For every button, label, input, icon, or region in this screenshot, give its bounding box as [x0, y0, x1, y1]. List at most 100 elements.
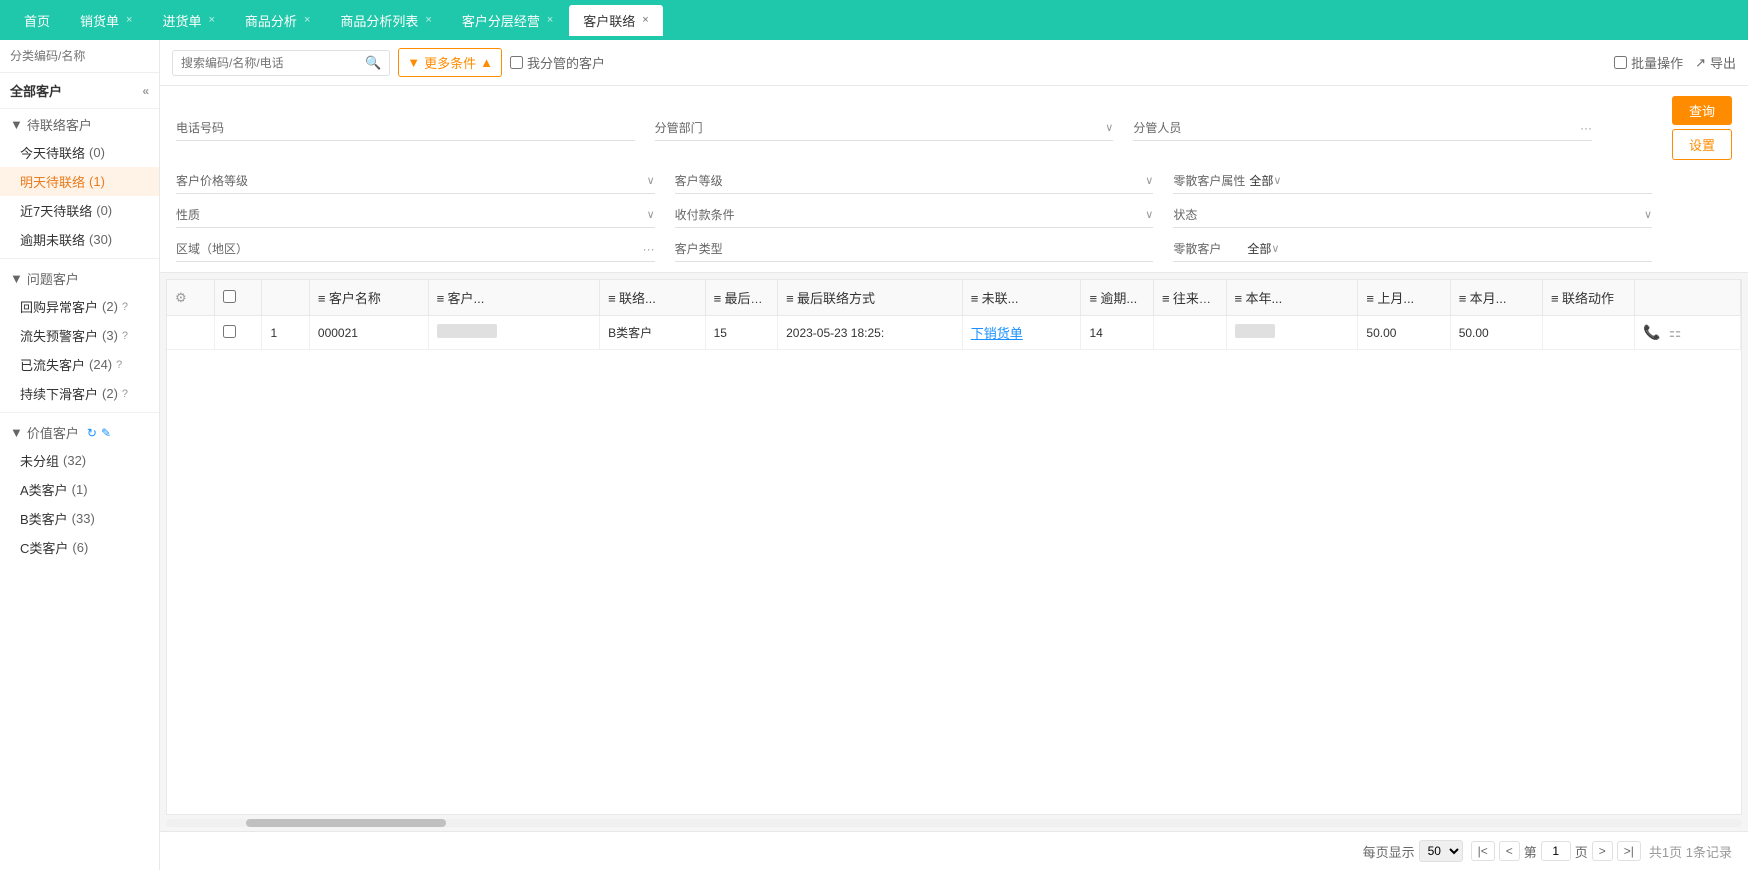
filter-manager[interactable]: 分管人员 ···	[1133, 115, 1592, 141]
col-year-header[interactable]: ≡ 上月...	[1358, 280, 1450, 316]
col-contact-count-header[interactable]: ≡ 最后联络日期	[705, 280, 778, 316]
close-icon[interactable]: ×	[642, 14, 648, 26]
filter-phone-input[interactable]	[246, 121, 635, 135]
nav-home[interactable]: 首页	[10, 5, 64, 36]
filter-dept-input[interactable]	[725, 121, 1106, 135]
filter-retail-attr[interactable]: 零散客户属性 全部 ∨	[1173, 168, 1652, 194]
sidebar-item-churned[interactable]: 已流失客户 (24) ?	[0, 350, 159, 379]
col-last-month-header[interactable]: ≡ 本月...	[1450, 280, 1542, 316]
col-last-way-header[interactable]: ≡ 未联...	[962, 280, 1081, 316]
filter-region[interactable]: 区域（地区） ···	[176, 236, 655, 262]
sidebar-group-value-customers[interactable]: ▼ 价值客户 ↻ ✎	[0, 417, 159, 446]
nav-product-analysis-list[interactable]: 商品分析列表 ×	[326, 5, 445, 36]
query-button[interactable]: 查询	[1672, 96, 1732, 125]
filter-payment-terms[interactable]: 收付款条件 ∨	[675, 202, 1154, 228]
page-input[interactable]	[1541, 841, 1571, 861]
chevron-down-icon[interactable]: ∨	[647, 174, 655, 187]
col-type-header[interactable]: ≡ 联络...	[600, 280, 706, 316]
col-gear[interactable]: ⚙	[167, 280, 214, 316]
cell-last-way[interactable]: 下销货单	[962, 316, 1081, 350]
sidebar-item-c-class[interactable]: C类客户 (6)	[0, 533, 159, 562]
sidebar-group-problem-customers[interactable]: ▼ 问题客户	[0, 263, 159, 292]
bulk-operation-btn[interactable]: 批量操作	[1614, 53, 1683, 72]
gear-icon[interactable]: ⚙	[175, 290, 187, 305]
nav-customer-contact[interactable]: 客户联络 ×	[569, 5, 662, 36]
chevron-down-icon[interactable]: ∨	[1145, 208, 1153, 221]
filter-price-level[interactable]: 客户价格等级 ∨	[176, 168, 655, 194]
filter-nature[interactable]: 性质 ∨	[176, 202, 655, 228]
nav-product-analysis[interactable]: 商品分析 ×	[231, 5, 324, 36]
col-last-date-header[interactable]: ≡ 最后联络方式	[778, 280, 963, 316]
edit-icon[interactable]: ✎	[101, 426, 111, 440]
filter-customer-type-input[interactable]	[745, 242, 1154, 256]
my-customers-checkbox[interactable]: 我分管的客户	[510, 53, 605, 72]
next-page-btn[interactable]: >	[1592, 841, 1613, 861]
last-page-btn[interactable]: >|	[1617, 841, 1641, 861]
cell-check[interactable]	[214, 316, 261, 350]
close-icon[interactable]: ×	[304, 14, 310, 26]
search-input[interactable]	[181, 56, 361, 70]
sidebar-item-all-customers[interactable]: 全部客户 «	[0, 73, 159, 109]
close-icon[interactable]: ×	[425, 14, 431, 26]
close-icon[interactable]: ×	[547, 14, 553, 26]
col-code-header[interactable]: ≡ 客户名称	[309, 280, 428, 316]
filter-retail-customer[interactable]: 零散客户 全部 ∨	[1173, 236, 1652, 262]
more-icon[interactable]: ···	[1580, 121, 1592, 135]
filter-payment-input[interactable]	[745, 208, 1146, 222]
chevron-down-icon[interactable]: ∨	[1145, 174, 1153, 187]
filter-phone[interactable]: 电话号码	[176, 115, 635, 141]
chevron-down-icon[interactable]: ∨	[1105, 121, 1113, 134]
sidebar-item-ungrouped[interactable]: 未分组 (32)	[0, 446, 159, 475]
sidebar-item-a-class[interactable]: A类客户 (1)	[0, 475, 159, 504]
my-customers-check-input[interactable]	[510, 56, 523, 69]
prev-page-btn[interactable]: <	[1499, 841, 1520, 861]
filter-customer-level-input[interactable]	[745, 174, 1146, 188]
filter-status[interactable]: 状态 ∨	[1173, 202, 1652, 228]
filter-customer-level[interactable]: 客户等级 ∨	[675, 168, 1154, 194]
check-all-input[interactable]	[223, 290, 236, 303]
col-unit-contact-header[interactable]: ≡ 本年...	[1226, 280, 1358, 316]
more-icon[interactable]: ···	[643, 242, 655, 256]
sidebar-group-pending-contact[interactable]: ▼ 待联络客户	[0, 109, 159, 138]
call-icon[interactable]: 📞	[1643, 324, 1660, 341]
per-page-select[interactable]: 50	[1419, 840, 1463, 862]
per-page-selector[interactable]: 每页显示 50	[1363, 840, 1463, 862]
filter-region-input[interactable]	[248, 242, 643, 256]
sidebar-search-input[interactable]	[10, 49, 160, 63]
close-icon[interactable]: ×	[126, 14, 132, 26]
chevron-down-icon[interactable]: ∨	[1271, 242, 1279, 255]
filter-customer-type[interactable]: 客户类型	[675, 236, 1154, 262]
sidebar-search-box[interactable]: 🔍	[0, 40, 159, 73]
filter-more-btn[interactable]: ▼ 更多条件 ▲	[398, 48, 502, 77]
chevron-down-icon[interactable]: ∨	[1644, 208, 1652, 221]
filter-manager-input[interactable]	[1203, 121, 1580, 135]
qr-icon[interactable]: ⚏	[1669, 324, 1682, 341]
sidebar-item-churn-warning[interactable]: 流失预警客户 (3) ?	[0, 321, 159, 350]
filter-nature-input[interactable]	[246, 208, 647, 222]
sidebar-item-7days-contact[interactable]: 近7天待联络 (0)	[0, 196, 159, 225]
col-this-month-header[interactable]: ≡ 联络动作	[1543, 280, 1635, 316]
help-icon[interactable]: ?	[122, 388, 128, 400]
first-page-btn[interactable]: |<	[1471, 841, 1495, 861]
col-name-header[interactable]: ≡ 客户...	[428, 280, 599, 316]
sidebar-item-today-contact[interactable]: 今天待联络 (0)	[0, 138, 159, 167]
chevron-down-icon[interactable]: ∨	[1273, 174, 1281, 187]
export-btn[interactable]: ↗ 导出	[1695, 53, 1736, 72]
settings-button[interactable]: 设置	[1672, 129, 1732, 160]
scrollbar-thumb[interactable]	[246, 819, 446, 827]
sidebar-item-declining[interactable]: 持续下滑客户 (2) ?	[0, 379, 159, 408]
chevron-down-icon[interactable]: ∨	[647, 208, 655, 221]
row-check-input[interactable]	[223, 325, 236, 338]
nav-customer-segmentation[interactable]: 客户分层经营 ×	[448, 5, 567, 36]
help-icon[interactable]: ?	[116, 359, 122, 371]
search-box[interactable]: 🔍	[172, 50, 390, 76]
help-icon[interactable]: ?	[122, 330, 128, 342]
sidebar-item-abnormal-repurchase[interactable]: 回购异常客户 (2) ?	[0, 292, 159, 321]
sidebar-item-overdue-contact[interactable]: 逾期未联络 (30)	[0, 225, 159, 254]
search-icon[interactable]: 🔍	[365, 55, 381, 71]
sidebar-item-tomorrow-contact[interactable]: 明天待联络 (1)	[0, 167, 159, 196]
help-icon[interactable]: ?	[122, 301, 128, 313]
nav-sales-order[interactable]: 销货单 ×	[66, 5, 146, 36]
horizontal-scrollbar[interactable]	[166, 819, 1742, 827]
close-icon[interactable]: ×	[208, 14, 214, 26]
